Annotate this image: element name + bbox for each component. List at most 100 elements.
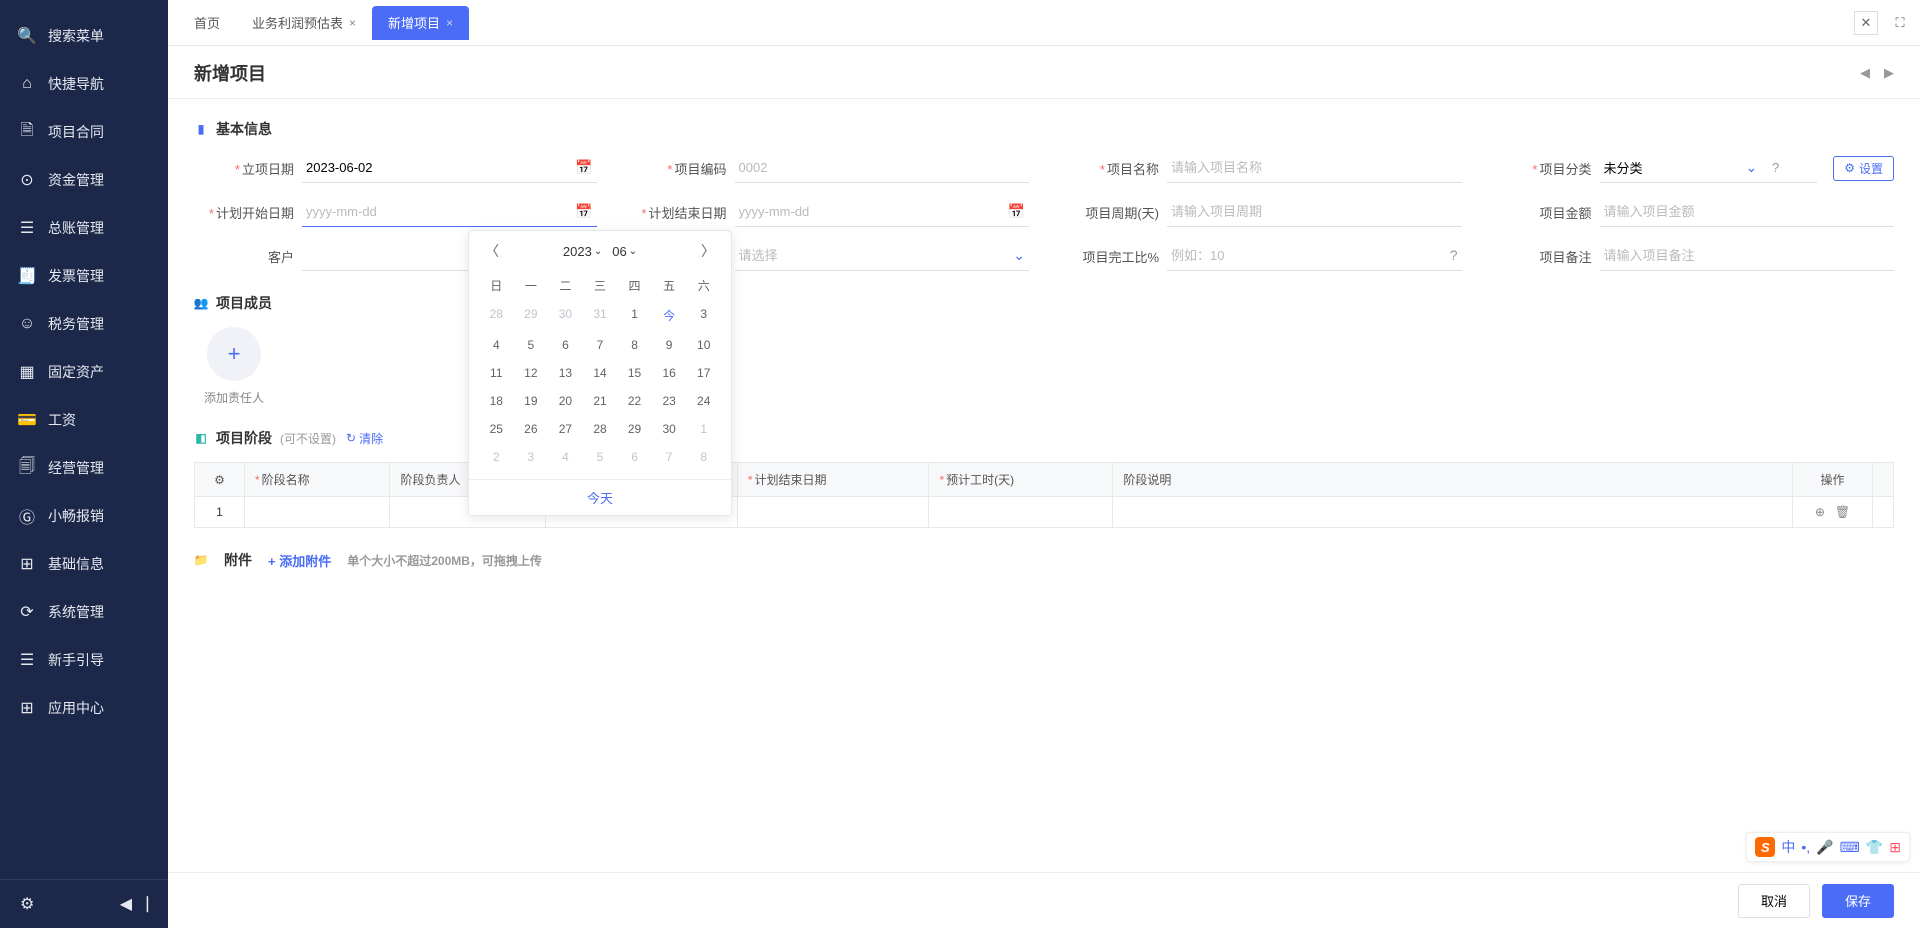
fullscreen-button[interactable]: ⛶: [1888, 11, 1912, 35]
ime-toolbox-icon[interactable]: ⊞: [1889, 839, 1901, 856]
tab[interactable]: 新增项目×: [372, 6, 469, 40]
col-settings[interactable]: ⚙: [195, 463, 245, 497]
dp-day[interactable]: 22: [617, 387, 652, 415]
cancel-button[interactable]: 取消: [1738, 884, 1810, 918]
ime-skin-icon[interactable]: 👕: [1866, 839, 1883, 856]
project-code-input[interactable]: [735, 153, 1030, 183]
dp-day[interactable]: 29: [617, 415, 652, 443]
dp-day[interactable]: 31: [583, 300, 618, 331]
dp-day[interactable]: 5: [514, 331, 549, 359]
sidebar-item-tax[interactable]: ☺税务管理: [0, 300, 168, 348]
table-scrollbar[interactable]: [1873, 463, 1894, 497]
dp-day[interactable]: 20: [548, 387, 583, 415]
chevron-down-icon[interactable]: ⌄: [1745, 159, 1757, 176]
dp-day[interactable]: 27: [548, 415, 583, 443]
dp-day[interactable]: 7: [583, 331, 618, 359]
dp-day[interactable]: 14: [583, 359, 618, 387]
dp-day[interactable]: 11: [479, 359, 514, 387]
dp-day[interactable]: 12: [514, 359, 549, 387]
add-attachment-button[interactable]: + 添加附件: [268, 551, 331, 570]
dp-day[interactable]: 7: [652, 443, 687, 471]
dp-day[interactable]: 28: [479, 300, 514, 331]
sidebar-item-system[interactable]: ⟳系统管理: [0, 588, 168, 636]
prev-record-button[interactable]: ◀: [1860, 65, 1870, 81]
dp-day[interactable]: 1: [686, 415, 721, 443]
sidebar-item-search[interactable]: 🔍搜索菜单: [0, 12, 168, 60]
sidebar-item-ledger[interactable]: ☰总账管理: [0, 204, 168, 252]
dp-day[interactable]: 5: [583, 443, 618, 471]
dp-day[interactable]: 2: [479, 443, 514, 471]
dp-day[interactable]: 6: [617, 443, 652, 471]
calendar-icon[interactable]: 📅: [575, 203, 592, 220]
category-settings-button[interactable]: ⚙设置: [1833, 156, 1894, 181]
month-select[interactable]: 06⌄: [612, 244, 637, 259]
dp-day[interactable]: 30: [652, 415, 687, 443]
dp-day[interactable]: 9: [652, 331, 687, 359]
dp-day[interactable]: 8: [617, 331, 652, 359]
cell-desc[interactable]: [1113, 497, 1793, 528]
dp-day[interactable]: 8: [686, 443, 721, 471]
dp-day[interactable]: 4: [479, 331, 514, 359]
sidebar-item-invoice[interactable]: 🧾发票管理: [0, 252, 168, 300]
add-row-icon[interactable]: ⊕: [1815, 505, 1825, 519]
dp-day[interactable]: 28: [583, 415, 618, 443]
sidebar-item-salary[interactable]: 💳工资: [0, 396, 168, 444]
dp-day[interactable]: 10: [686, 331, 721, 359]
ime-lang-button[interactable]: 中: [1781, 837, 1795, 857]
help-icon[interactable]: ?: [1450, 247, 1458, 263]
dp-day[interactable]: 今: [652, 300, 687, 331]
dp-day[interactable]: 16: [652, 359, 687, 387]
dp-day[interactable]: 21: [583, 387, 618, 415]
sidebar-item-basic[interactable]: ⊞基础信息: [0, 540, 168, 588]
save-button[interactable]: 保存: [1822, 884, 1894, 918]
settings-icon[interactable]: ⚙: [20, 894, 34, 914]
remark-input[interactable]: [1600, 241, 1895, 271]
cell-name[interactable]: [245, 497, 390, 528]
close-icon[interactable]: ×: [446, 16, 453, 30]
add-member-button[interactable]: +: [207, 327, 261, 381]
dp-day[interactable]: 23: [652, 387, 687, 415]
amount-input[interactable]: [1600, 197, 1895, 227]
next-month-button[interactable]: 〉: [697, 241, 719, 261]
dp-day[interactable]: 3: [514, 443, 549, 471]
complete-pct-input[interactable]: [1167, 241, 1462, 271]
dp-day[interactable]: 18: [479, 387, 514, 415]
project-name-input[interactable]: [1167, 153, 1462, 183]
sidebar-item-expense[interactable]: Ⓖ小畅报销: [0, 492, 168, 540]
clear-stages-button[interactable]: ↻清除: [346, 430, 383, 447]
dp-day[interactable]: 13: [548, 359, 583, 387]
close-icon[interactable]: ×: [349, 16, 356, 30]
ime-keyboard-icon[interactable]: ⌨: [1840, 839, 1860, 856]
sidebar-item-money[interactable]: ⊙资金管理: [0, 156, 168, 204]
sidebar-item-apps[interactable]: ⊞应用中心: [0, 684, 168, 732]
prev-month-button[interactable]: 〈: [481, 241, 503, 261]
dp-day[interactable]: 17: [686, 359, 721, 387]
calendar-icon[interactable]: 📅: [1008, 203, 1025, 220]
sidebar-item-home[interactable]: ⌂快捷导航: [0, 60, 168, 108]
next-record-button[interactable]: ▶: [1884, 65, 1894, 81]
dp-day[interactable]: 26: [514, 415, 549, 443]
help-icon[interactable]: ?: [1772, 160, 1779, 175]
dp-day[interactable]: 29: [514, 300, 549, 331]
dp-day[interactable]: 25: [479, 415, 514, 443]
delete-row-icon[interactable]: 🗑: [1835, 505, 1850, 519]
year-select[interactable]: 2023⌄: [563, 244, 602, 259]
sidebar-item-manage[interactable]: 🗐经营管理: [0, 444, 168, 492]
project-category-select[interactable]: [1600, 153, 1818, 183]
calendar-icon[interactable]: 📅: [575, 159, 592, 176]
sidebar-item-guide[interactable]: ☰新手引导: [0, 636, 168, 684]
plan-start-input[interactable]: [302, 197, 597, 227]
dp-day[interactable]: 4: [548, 443, 583, 471]
ime-mic-icon[interactable]: 🎤: [1816, 839, 1833, 856]
dp-day[interactable]: 24: [686, 387, 721, 415]
ime-punct-icon[interactable]: •,: [1801, 839, 1810, 855]
table-scrollbar[interactable]: [1873, 497, 1894, 528]
owner-dept-select[interactable]: [735, 241, 1030, 271]
close-tab-button[interactable]: ✕: [1854, 11, 1878, 35]
tab[interactable]: 业务利润预估表×: [236, 6, 372, 40]
today-button[interactable]: 今天: [587, 491, 613, 506]
dp-day[interactable]: 1: [617, 300, 652, 331]
cell-hours[interactable]: [929, 497, 1113, 528]
plan-end-input[interactable]: [735, 197, 1030, 227]
dp-day[interactable]: 19: [514, 387, 549, 415]
